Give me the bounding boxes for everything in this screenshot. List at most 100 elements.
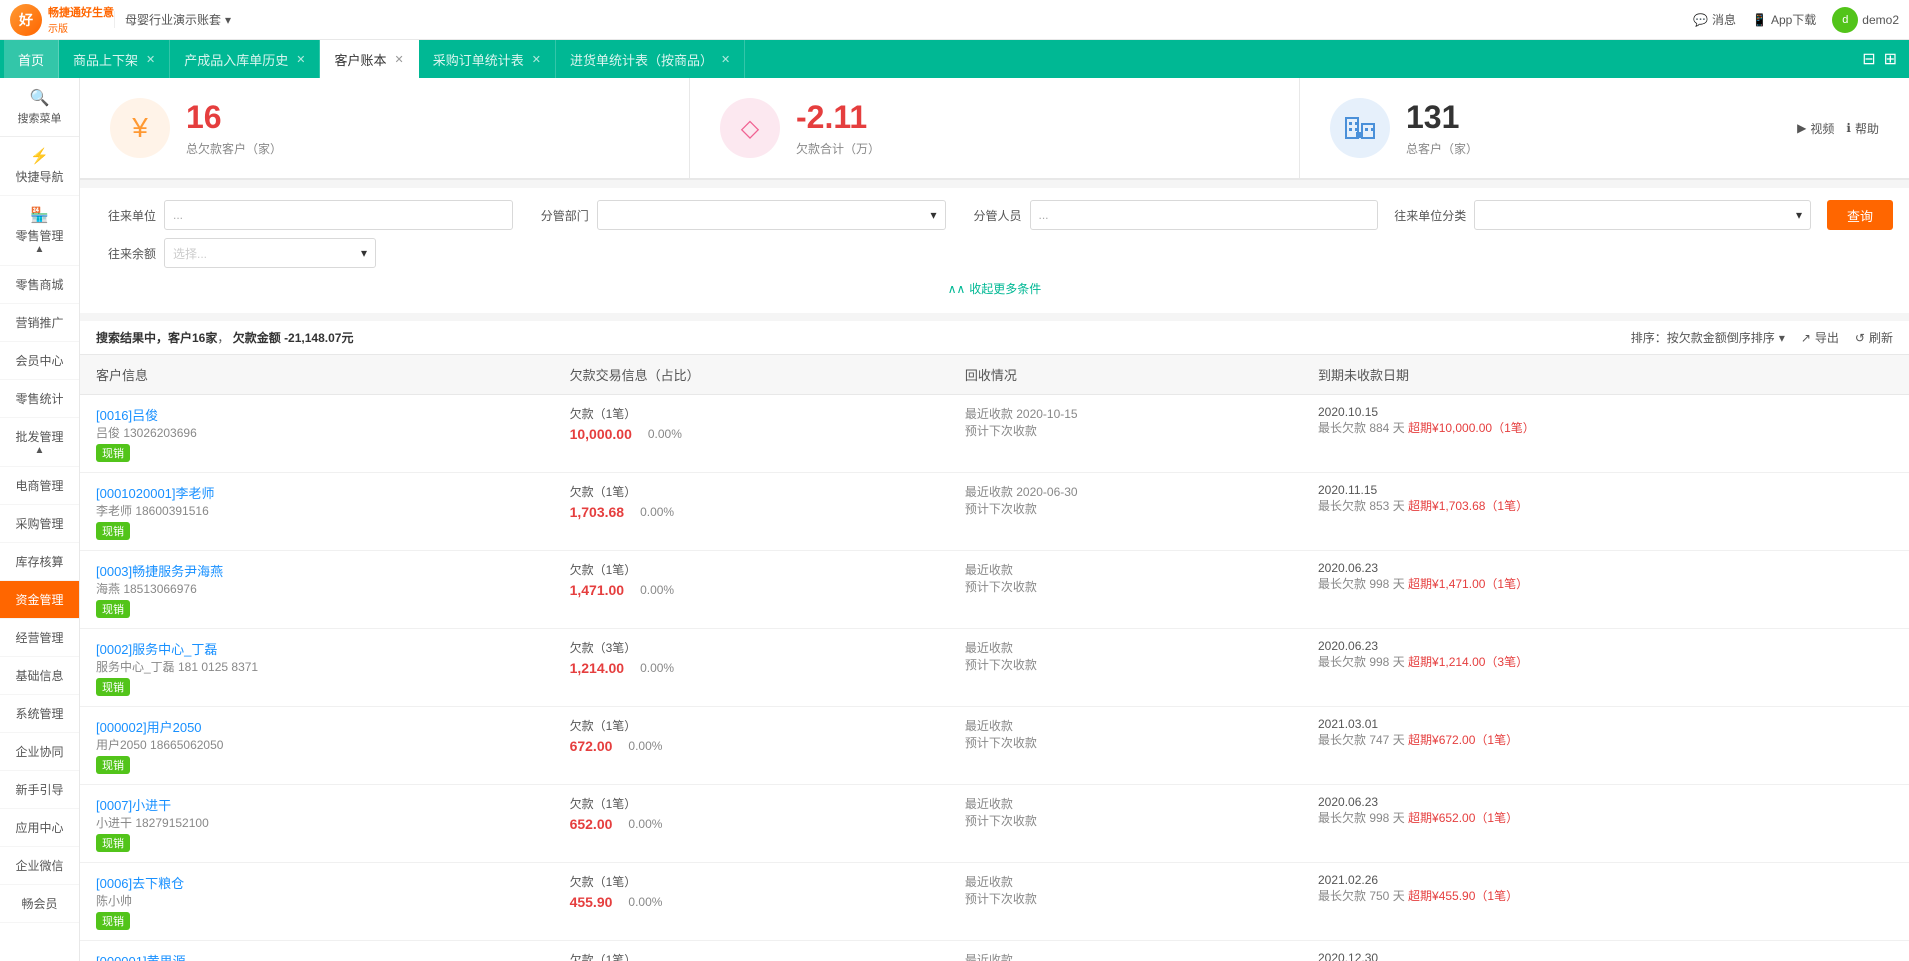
logo-text-group: 畅捷通好生意 示版: [48, 4, 114, 35]
stat-label-total-customers: 总客户（家）: [1406, 140, 1478, 157]
tab-inbound-stats-close[interactable]: ✕: [721, 53, 730, 66]
cell-debt-1: 欠款（1笔） 1,703.68 0.00%: [554, 473, 949, 551]
sidebar-item-app-center[interactable]: 应用中心: [0, 809, 79, 847]
sidebar-item-retail-stats[interactable]: 零售统计: [0, 380, 79, 418]
refresh-btn[interactable]: ↺ 刷新: [1855, 329, 1893, 346]
customer-name-6[interactable]: [0006]去下粮仓: [96, 876, 184, 891]
unit-category-input[interactable]: ▾: [1474, 200, 1811, 230]
cell-due-7: 2020.12.30 最长欠款 808 天 超期¥429.00（1笔）: [1302, 941, 1909, 961]
from-unit-input[interactable]: ...: [164, 200, 513, 230]
cell-recovery-6: 最近收款 预计下次收款: [949, 863, 1302, 941]
sidebar-item-batch-mgmt[interactable]: 批发管理 ▲: [0, 418, 79, 467]
sidebar-item-retail-mgmt[interactable]: 🏪 零售管理 ▲: [0, 196, 79, 266]
sidebar-quick-nav[interactable]: ⚡ 快捷导航: [0, 137, 79, 196]
video-btn[interactable]: ▶ 视频: [1797, 120, 1834, 137]
tab-expand-icon[interactable]: ⊞: [1884, 49, 1897, 69]
debt-diamond-icon: ◇: [741, 114, 759, 143]
customer-name-0[interactable]: [0016]吕俊: [96, 408, 158, 423]
sidebar-item-free-member[interactable]: 畅会员: [0, 885, 79, 923]
from-unit-label: 往来单位: [96, 207, 156, 224]
sidebar-item-retail-mall[interactable]: 零售商城: [0, 266, 79, 304]
tab-inbound-stats[interactable]: 进货单统计表（按商品） ✕: [556, 40, 745, 78]
collapse-filters-btn[interactable]: ∧∧ 收起更多条件: [96, 276, 1893, 301]
tab-product-shelf[interactable]: 商品上下架 ✕: [59, 40, 170, 78]
sidebar-item-finance[interactable]: 资金管理: [0, 581, 79, 619]
sidebar-item-inventory[interactable]: 库存核算: [0, 543, 79, 581]
debt-count-7: 欠款（1笔）: [570, 951, 933, 961]
table-row: [0007]小进干 小进干 18279152100 现销 欠款（1笔） 652.…: [80, 785, 1909, 863]
overdue-link-2[interactable]: 超期¥1,471.00（1笔）: [1408, 577, 1528, 591]
tab-home[interactable]: 首页: [4, 40, 59, 78]
sort-selector[interactable]: 排序：按欠款金额倒序排序 ▾: [1631, 329, 1785, 346]
tab-product-history-close[interactable]: ✕: [296, 53, 305, 66]
customer-name-2[interactable]: [0003]畅捷服务尹海燕: [96, 564, 223, 579]
debt-percent-6: 0.00%: [628, 895, 662, 909]
tab-minimize-icon[interactable]: ⊟: [1862, 49, 1875, 69]
export-icon: ↗: [1801, 331, 1811, 345]
balance-input[interactable]: 选择... ▾: [164, 238, 376, 268]
due-date-0: 2020.10.15: [1318, 405, 1893, 419]
customer-name-4[interactable]: [000002]用户2050: [96, 720, 202, 735]
customer-name-1[interactable]: [0001020001]李老师: [96, 486, 215, 501]
cell-customer-6: [0006]去下粮仓 陈小帅 现销: [80, 863, 554, 941]
sidebar-item-basic-info[interactable]: 基础信息: [0, 657, 79, 695]
overdue-link-6[interactable]: 超期¥455.90（1笔）: [1408, 889, 1518, 903]
tab-product-history[interactable]: 产成品入库单历史 ✕: [170, 40, 320, 78]
sidebar-search-btn[interactable]: 🔍 搜索菜单: [0, 78, 79, 137]
cell-customer-0: [0016]吕俊 吕俊 13026203696 现销: [80, 395, 554, 473]
person-dots: ...: [1039, 208, 1049, 222]
overdue-days-5: 最长欠款 998 天 超期¥652.00（1笔）: [1318, 809, 1893, 826]
export-btn[interactable]: ↗ 导出: [1801, 329, 1839, 346]
tab-purchase-order[interactable]: 采购订单统计表 ✕: [419, 40, 556, 78]
help-btn[interactable]: ℹ 帮助: [1846, 120, 1879, 137]
avatar-initial: d: [1842, 14, 1848, 26]
message-btn[interactable]: 💬 消息: [1693, 11, 1736, 28]
overdue-link-4[interactable]: 超期¥672.00（1笔）: [1408, 733, 1518, 747]
tab-product-shelf-label: 商品上下架: [73, 50, 138, 69]
sidebar-item-purchase[interactable]: 采购管理: [0, 505, 79, 543]
customer-tag-3: 现销: [96, 678, 130, 696]
recovery-next-0: 预计下次收款: [965, 422, 1286, 439]
app-download-btn[interactable]: 📱 App下载: [1752, 11, 1816, 28]
overdue-link-0[interactable]: 超期¥10,000.00（1笔）: [1408, 421, 1535, 435]
debt-count-2: 欠款（1笔）: [570, 561, 933, 578]
cell-debt-4: 欠款（1笔） 672.00 0.00%: [554, 707, 949, 785]
sidebar-item-ecommerce[interactable]: 电商管理: [0, 467, 79, 505]
sidebar-item-enterprise-wechat[interactable]: 企业微信: [0, 847, 79, 885]
logo-sub: 示版: [48, 20, 114, 35]
cell-due-4: 2021.03.01 最长欠款 747 天 超期¥672.00（1笔）: [1302, 707, 1909, 785]
overdue-link-5[interactable]: 超期¥652.00（1笔）: [1408, 811, 1518, 825]
tab-customer-account[interactable]: 客户账本 ✕: [320, 40, 418, 78]
tab-customer-account-close[interactable]: ✕: [395, 53, 404, 66]
dept-input[interactable]: ▾: [597, 200, 946, 230]
customer-name-3[interactable]: [0002]服务中心_丁磊: [96, 642, 217, 657]
overdue-link-1[interactable]: 超期¥1,703.68（1笔）: [1408, 499, 1528, 513]
cell-due-1: 2020.11.15 最长欠款 853 天 超期¥1,703.68（1笔）: [1302, 473, 1909, 551]
debt-amount-1: 1,703.68: [570, 504, 625, 520]
sidebar-item-enterprise-collab[interactable]: 企业协同: [0, 733, 79, 771]
overdue-days-6: 最长欠款 750 天 超期¥455.90（1笔）: [1318, 887, 1893, 904]
filter-balance: 往来余额 选择... ▾: [96, 238, 376, 268]
person-input[interactable]: ...: [1030, 200, 1379, 230]
sidebar-item-new-guide[interactable]: 新手引导: [0, 771, 79, 809]
customer-name-5[interactable]: [0007]小进干: [96, 798, 171, 813]
customer-name-7[interactable]: [000001]黄思源: [96, 954, 186, 961]
user-avatar-btn[interactable]: d demo2: [1832, 7, 1899, 33]
tab-purchase-order-close[interactable]: ✕: [532, 53, 541, 66]
debt-count-3: 欠款（3笔）: [570, 639, 933, 656]
overdue-days-3: 最长欠款 998 天 超期¥1,214.00（3笔）: [1318, 653, 1893, 670]
refresh-icon: ↺: [1855, 331, 1865, 345]
overdue-link-3[interactable]: 超期¥1,214.00（3笔）: [1408, 655, 1528, 669]
query-btn[interactable]: 查询: [1827, 200, 1893, 230]
stat-icon-total-customers: [1330, 98, 1390, 158]
customer-phone-6: 陈小帅: [96, 892, 538, 909]
tab-bar: 首页 商品上下架 ✕ 产成品入库单历史 ✕ 客户账本 ✕ 采购订单统计表 ✕ 进…: [0, 40, 1909, 78]
cell-customer-1: [0001020001]李老师 李老师 18600391516 现销: [80, 473, 554, 551]
sidebar-item-marketing[interactable]: 营销推广: [0, 304, 79, 342]
store-selector[interactable]: 母婴行业演示账套 ▾: [114, 11, 241, 28]
sidebar-item-operations[interactable]: 经营管理: [0, 619, 79, 657]
recovery-date-2: 最近收款: [965, 561, 1286, 578]
tab-product-shelf-close[interactable]: ✕: [146, 53, 155, 66]
sidebar-item-system-mgmt[interactable]: 系统管理: [0, 695, 79, 733]
sidebar-item-member-center[interactable]: 会员中心: [0, 342, 79, 380]
